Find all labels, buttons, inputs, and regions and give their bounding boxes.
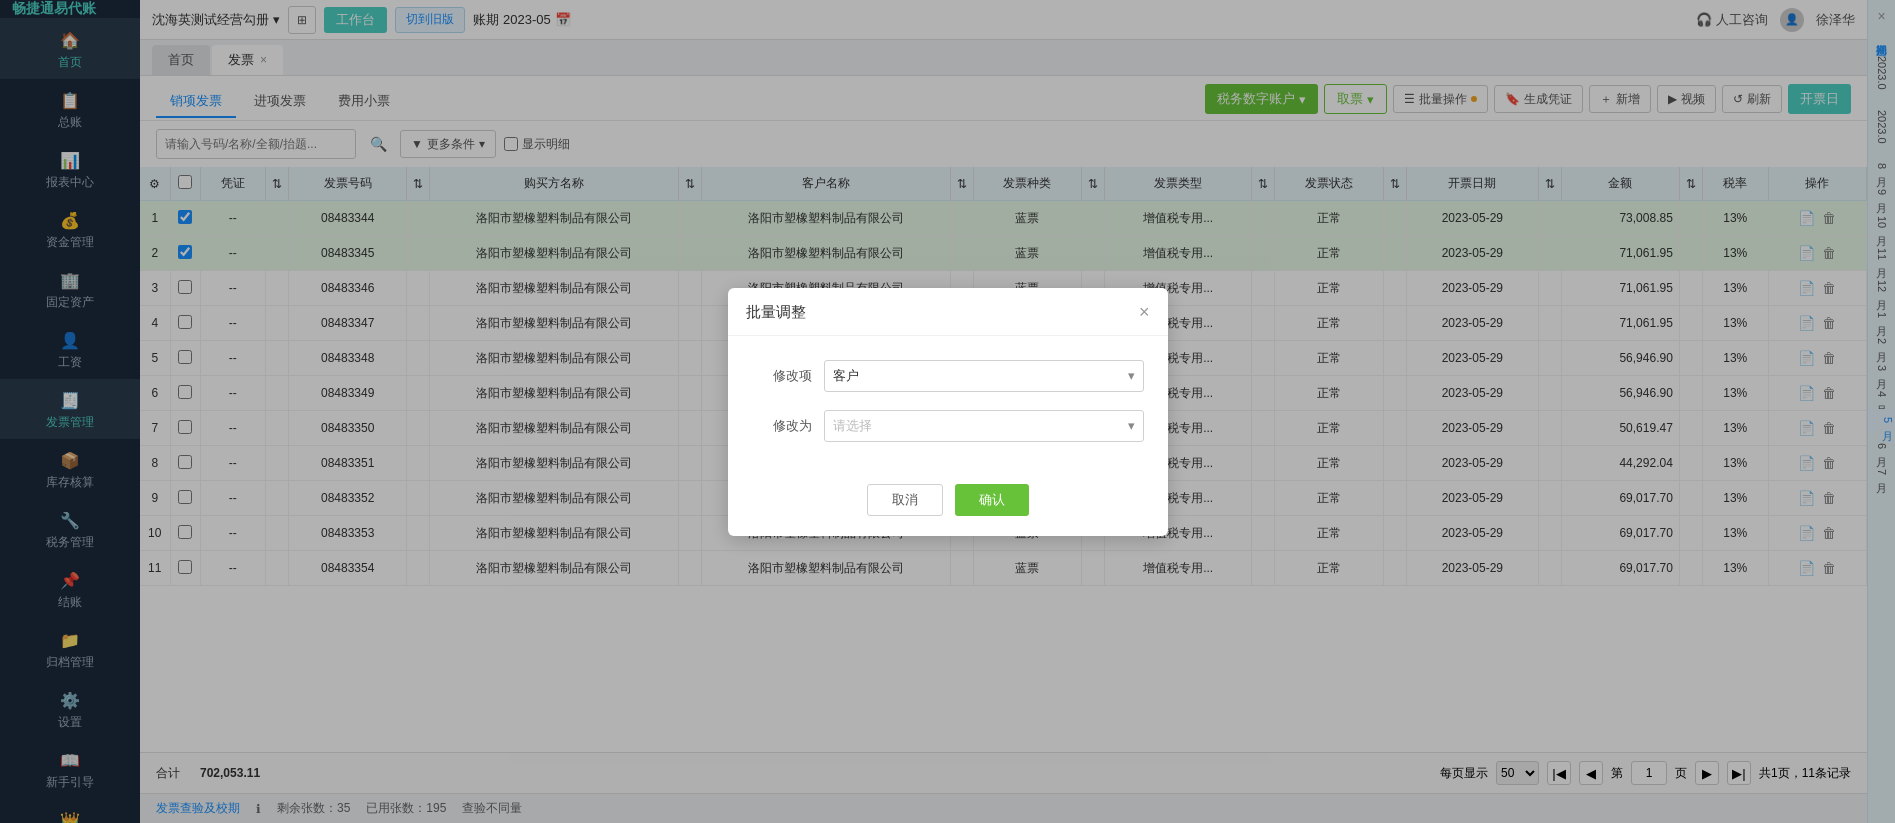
modal-header: 批量调整 × — [728, 288, 1168, 336]
chevron-down-icon: ▾ — [1128, 418, 1135, 433]
modal-body: 修改项 客户 ▾ 修改为 请选择 ▾ — [728, 336, 1168, 476]
modify-to-placeholder: 请选择 — [833, 417, 872, 435]
modal-footer: 取消 确认 — [728, 476, 1168, 536]
modal-row-modify-to: 修改为 请选择 ▾ — [752, 410, 1144, 442]
modify-field-select[interactable]: 客户 ▾ — [824, 360, 1144, 392]
modify-to-label: 修改为 — [752, 417, 812, 435]
modify-label: 修改项 — [752, 367, 812, 385]
modal-overlay: 批量调整 × 修改项 客户 ▾ 修改为 请选择 ▾ 取消 确认 — [0, 0, 1895, 823]
chevron-down-icon: ▾ — [1128, 368, 1135, 383]
cancel-button[interactable]: 取消 — [867, 484, 943, 516]
modify-to-select[interactable]: 请选择 ▾ — [824, 410, 1144, 442]
confirm-button[interactable]: 确认 — [955, 484, 1029, 516]
batch-adjust-modal: 批量调整 × 修改项 客户 ▾ 修改为 请选择 ▾ 取消 确认 — [728, 288, 1168, 536]
modal-close-button[interactable]: × — [1139, 302, 1150, 323]
modal-title: 批量调整 — [746, 303, 806, 322]
modal-row-modify: 修改项 客户 ▾ — [752, 360, 1144, 392]
